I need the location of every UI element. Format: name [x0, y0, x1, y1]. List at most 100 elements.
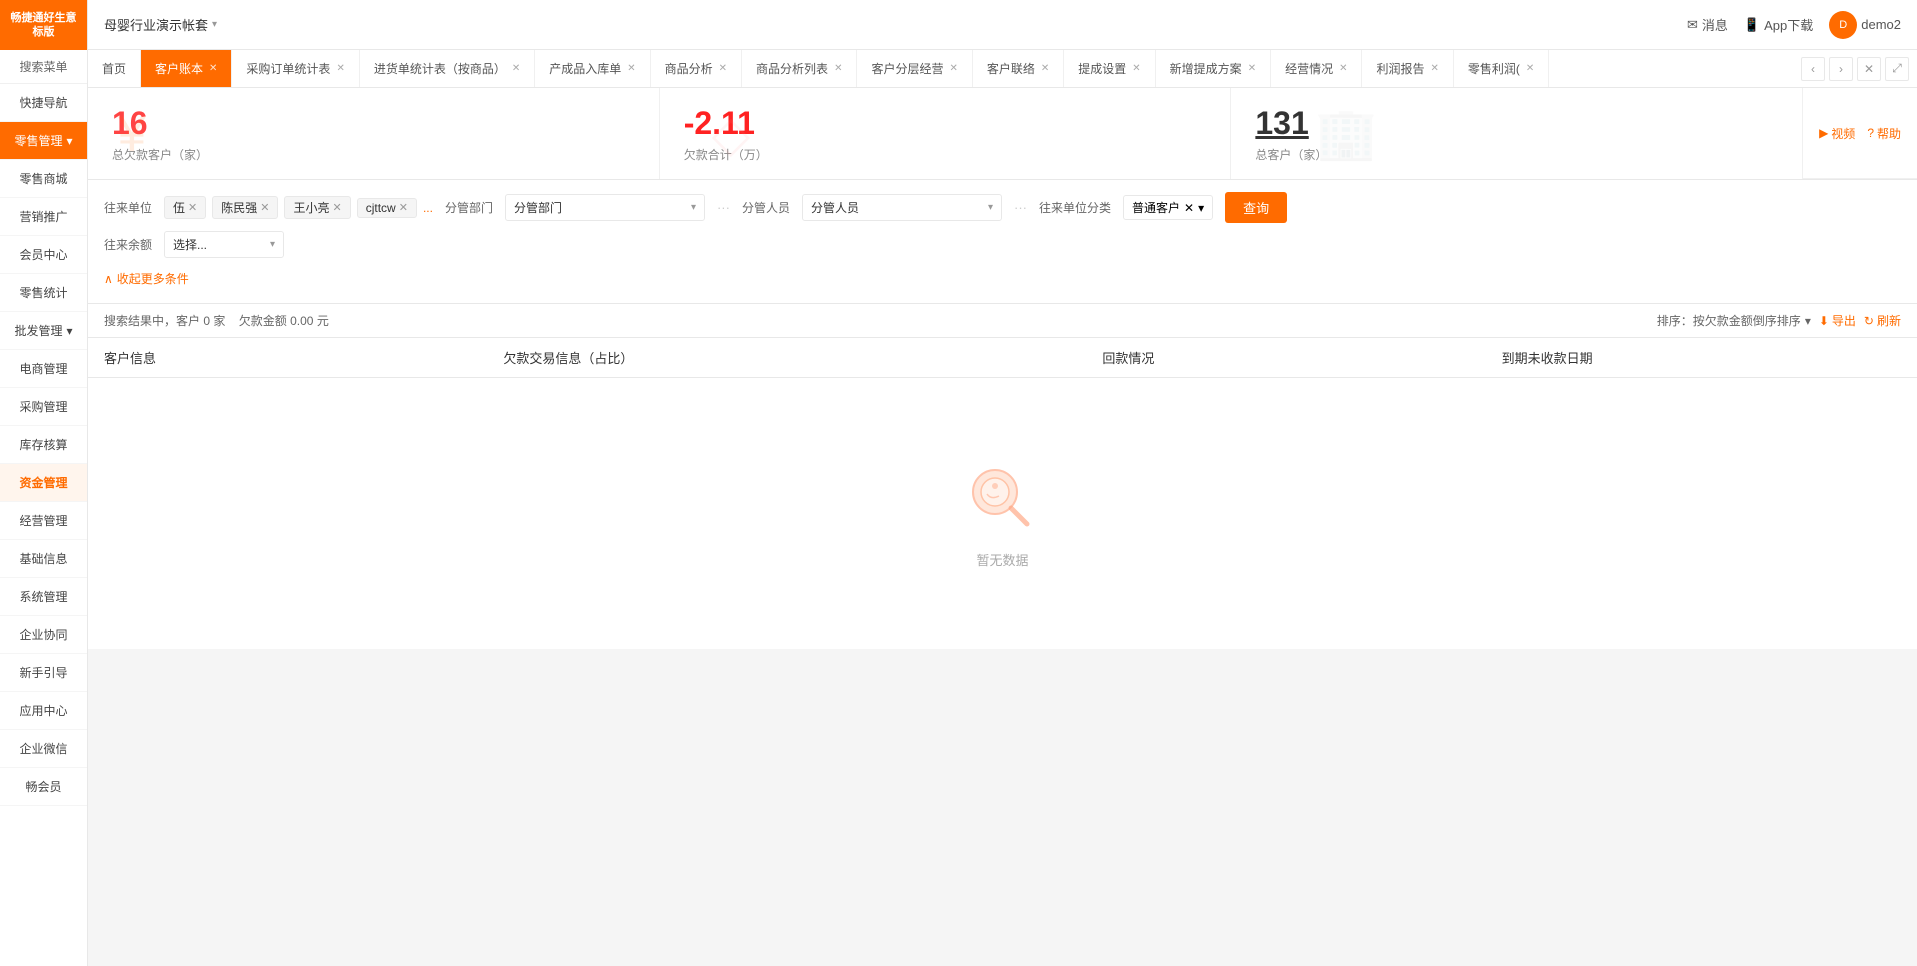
- tab-home[interactable]: 首页: [88, 50, 141, 87]
- help-link[interactable]: ? 帮助: [1867, 125, 1901, 142]
- sidebar-item-search[interactable]: 搜索菜单: [0, 50, 87, 84]
- avatar: D: [1829, 11, 1857, 39]
- stat-total-customers: 131 总客户（家）: [1231, 88, 1803, 179]
- tab-ops-status[interactable]: 经营情况 ✕: [1271, 50, 1362, 87]
- tab-close-customer-contact[interactable]: ✕: [1041, 63, 1049, 74]
- tab-customer-contact[interactable]: 客户联络 ✕: [973, 50, 1064, 87]
- tab-close-ops-status[interactable]: ✕: [1339, 63, 1347, 74]
- remove-tag-wang[interactable]: ✕: [333, 201, 342, 214]
- tab-raise-settings[interactable]: 提成设置 ✕: [1064, 50, 1155, 87]
- tab-customer-tier[interactable]: 客户分层经营 ✕: [857, 50, 972, 87]
- message-icon: ✉: [1687, 17, 1698, 33]
- collapse-up-icon: ∧: [104, 272, 113, 286]
- tab-close-customer-tier[interactable]: ✕: [949, 63, 957, 74]
- tab-close-new-raise-plan[interactable]: ✕: [1248, 63, 1256, 74]
- sidebar-item-ecom[interactable]: 电商管理: [0, 350, 87, 388]
- table-col-repayment: 回款情况: [1102, 348, 1501, 367]
- refresh-button[interactable]: ↻ 刷新: [1864, 312, 1901, 329]
- tab-close-raise-settings[interactable]: ✕: [1132, 63, 1140, 74]
- person-select-value: 分管人员: [811, 199, 859, 216]
- balance-select[interactable]: 选择... ▾: [164, 231, 284, 258]
- sort-label-text: 排序：按欠款金额倒序排序: [1657, 312, 1801, 329]
- refresh-icon: ↻: [1864, 314, 1874, 328]
- tab-accounts-receivable[interactable]: 客户账本 ✕: [141, 50, 232, 87]
- unit-tag-cjttcw: cjttcw ✕: [357, 198, 417, 218]
- sidebar-item-wechat-work[interactable]: 企业微信: [0, 730, 87, 768]
- unit-tag-chen: 陈民强 ✕: [212, 196, 278, 219]
- unit-class-select[interactable]: 普通客户 ✕ ▾: [1123, 195, 1213, 220]
- tab-controls: ‹ › ✕ ⤢: [1793, 57, 1917, 81]
- sidebar-item-capital[interactable]: 资金管理: [0, 464, 87, 502]
- sidebar-item-marketing[interactable]: 营销推广: [0, 198, 87, 236]
- dept-select-arrow: ▾: [691, 202, 696, 213]
- sidebar-item-batch-mgmt[interactable]: 批发管理 ▾: [0, 312, 87, 350]
- sidebar-item-newbie[interactable]: 新手引导: [0, 654, 87, 692]
- tab-close-product-analysis-list[interactable]: ✕: [834, 63, 842, 74]
- sort-selector[interactable]: 排序：按欠款金额倒序排序 ▾: [1657, 312, 1811, 329]
- person-select[interactable]: 分管人员 ▾: [802, 194, 1002, 221]
- tab-new-raise-plan[interactable]: 新增提成方案 ✕: [1156, 50, 1271, 87]
- message-button[interactable]: ✉ 消息: [1687, 15, 1728, 34]
- table-col-due-date: 到期未收款日期: [1502, 348, 1901, 367]
- tab-close-all[interactable]: ✕: [1857, 57, 1881, 81]
- tab-product-analysis-list[interactable]: 商品分析列表 ✕: [742, 50, 857, 87]
- account-selector[interactable]: 母婴行业演示帐套 ▾: [104, 15, 217, 34]
- tab-product-inbound[interactable]: 产成品入库单 ✕: [535, 50, 650, 87]
- unit-tag-wang: 王小亮 ✕: [284, 196, 350, 219]
- sidebar-item-retail-mgmt[interactable]: 零售管理 ▾: [0, 122, 87, 160]
- tab-close-inbound-stats[interactable]: ✕: [512, 63, 520, 74]
- dept-label: 分管部门: [445, 199, 493, 216]
- sidebar-logo: 畅捷通好生意 标版: [0, 0, 87, 50]
- sidebar: 畅捷通好生意 标版 搜索菜单 快捷导航 零售管理 ▾ 零售商城 营销推广 会员中…: [0, 0, 88, 966]
- sidebar-item-basic-info[interactable]: 基础信息: [0, 540, 87, 578]
- sidebar-item-retail-mall[interactable]: 零售商城: [0, 160, 87, 198]
- sidebar-item-app-center[interactable]: 应用中心: [0, 692, 87, 730]
- empty-icon: [963, 458, 1043, 538]
- collapse-filter-btn[interactable]: ∧ 收起更多条件: [104, 270, 1901, 287]
- tab-close-purchase-order[interactable]: ✕: [336, 63, 344, 74]
- remove-tag-wu[interactable]: ✕: [188, 201, 197, 214]
- sidebar-item-retail-stat[interactable]: 零售统计: [0, 274, 87, 312]
- tab-close-product-analysis[interactable]: ✕: [719, 63, 727, 74]
- tab-profit-report[interactable]: 利润报告 ✕: [1362, 50, 1453, 87]
- tab-close-accounts-receivable[interactable]: ✕: [209, 63, 217, 74]
- tab-scroll-right[interactable]: ›: [1829, 57, 1853, 81]
- remove-tag-chen[interactable]: ✕: [260, 201, 269, 214]
- tab-product-analysis[interactable]: 商品分析 ✕: [651, 50, 742, 87]
- stat-overdue-customers-value: 16: [112, 104, 148, 142]
- query-button[interactable]: 查询: [1225, 192, 1287, 223]
- sidebar-item-corp-collab[interactable]: 企业协同: [0, 616, 87, 654]
- sidebar-item-sys-mgmt[interactable]: 系统管理: [0, 578, 87, 616]
- tab-purchase-order-stats[interactable]: 采购订单统计表 ✕: [232, 50, 359, 87]
- app-download-button[interactable]: 📱 App下载: [1744, 15, 1813, 34]
- sidebar-item-label: 搜索菜单: [19, 60, 67, 74]
- unit-class-arrow: ▾: [1198, 201, 1204, 215]
- filter-row-1: 往来单位 伍 ✕ 陈民强 ✕ 王小亮 ✕ cjttcw: [104, 192, 1901, 223]
- remove-unit-class-normal[interactable]: ✕: [1184, 201, 1194, 215]
- sidebar-item-quick-nav[interactable]: 快捷导航: [0, 84, 87, 122]
- video-link[interactable]: ▶ 视频: [1819, 125, 1855, 142]
- tab-inbound-stats[interactable]: 进货单统计表（按商品） ✕: [360, 50, 535, 87]
- remove-tag-cjttcw[interactable]: ✕: [399, 201, 408, 214]
- tab-maximize[interactable]: ⤢: [1885, 57, 1909, 81]
- sidebar-item-ops[interactable]: 经营管理: [0, 502, 87, 540]
- user-avatar-area[interactable]: D demo2: [1829, 11, 1901, 39]
- export-button[interactable]: ⬇ 导出: [1819, 312, 1856, 329]
- tab-scroll-left[interactable]: ‹: [1801, 57, 1825, 81]
- unit-tag-wu: 伍 ✕: [164, 196, 206, 219]
- tab-close-profit-report[interactable]: ✕: [1431, 63, 1439, 74]
- results-summary: 搜索结果中，客户 0 家 欠款金额 0.00 元: [104, 312, 329, 329]
- tab-retail-profit[interactable]: 零售利润( ✕: [1454, 50, 1549, 87]
- dept-select[interactable]: 分管部门 ▾: [505, 194, 705, 221]
- tab-close-retail-profit[interactable]: ✕: [1526, 63, 1534, 74]
- sidebar-item-member[interactable]: 会员中心: [0, 236, 87, 274]
- sidebar-item-purchase[interactable]: 采购管理: [0, 388, 87, 426]
- page-actions: ▶ 视频 ? 帮助: [1803, 88, 1917, 179]
- sidebar-item-inventory[interactable]: 库存核算: [0, 426, 87, 464]
- results-bar: 搜索结果中，客户 0 家 欠款金额 0.00 元 排序：按欠款金额倒序排序 ▾ …: [88, 304, 1917, 338]
- tab-close-product-inbound[interactable]: ✕: [627, 63, 635, 74]
- unit-class-tag-normal: 普通客户: [1132, 199, 1180, 216]
- sidebar-item-vip-member[interactable]: 畅会员: [0, 768, 87, 806]
- filter-more-tags[interactable]: ...: [423, 201, 433, 215]
- stat-overdue-amount: -2.11 欠款合计（万）: [660, 88, 1232, 179]
